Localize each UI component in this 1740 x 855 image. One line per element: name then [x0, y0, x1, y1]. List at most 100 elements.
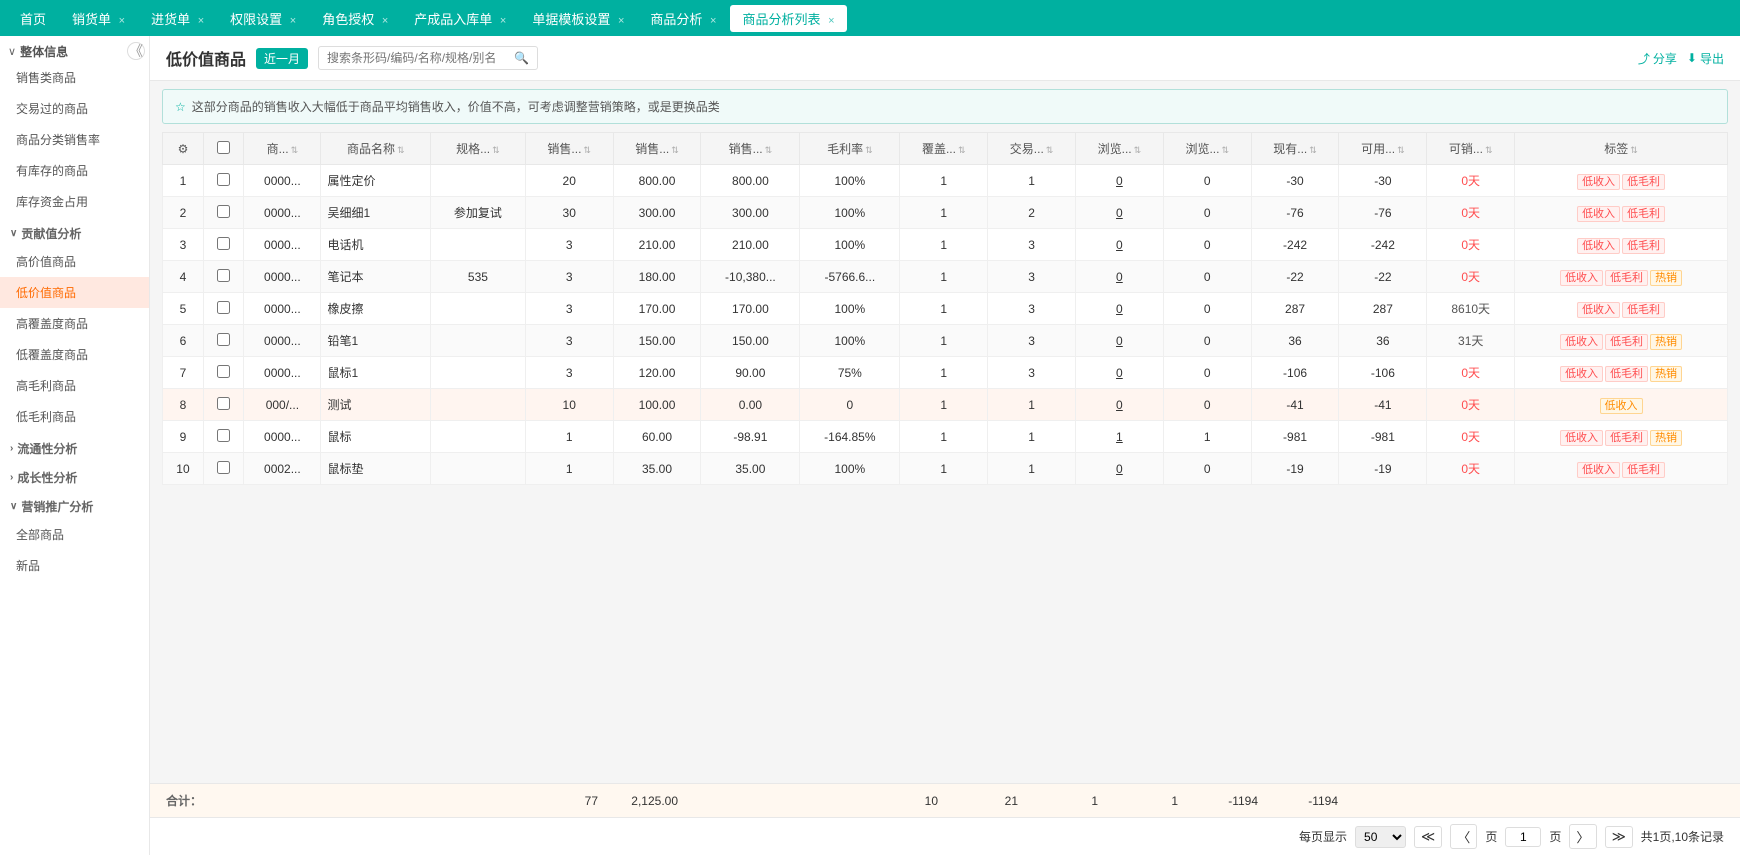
share-button[interactable]: ⤴ 分享: [1638, 50, 1677, 67]
page-size-select[interactable]: 50 100: [1355, 826, 1406, 848]
first-page-button[interactable]: ≪: [1414, 826, 1442, 848]
nav-goods-analysis[interactable]: 商品分析 ×: [638, 5, 728, 32]
row-select-checkbox[interactable]: [217, 397, 230, 410]
row-checkbox[interactable]: [203, 229, 243, 261]
sidebar-item-traded-goods[interactable]: 交易过的商品: [0, 93, 149, 124]
col-margin[interactable]: 毛利率⇅: [800, 133, 900, 165]
row-browse1[interactable]: 0: [1075, 165, 1163, 197]
close-permissions-icon[interactable]: ×: [290, 15, 296, 27]
row-browse1[interactable]: 0: [1075, 453, 1163, 485]
row-browse1[interactable]: 0: [1075, 389, 1163, 421]
row-checkbox[interactable]: [203, 421, 243, 453]
col-trade[interactable]: 交易...⇅: [988, 133, 1076, 165]
col-tags[interactable]: 标签⇅: [1515, 133, 1728, 165]
sidebar-item-all-goods[interactable]: 全部商品: [0, 519, 149, 550]
sidebar-group-flow[interactable]: › 流通性分析: [0, 432, 149, 461]
row-checkbox[interactable]: [203, 389, 243, 421]
row-select-checkbox[interactable]: [217, 237, 230, 250]
select-all-checkbox[interactable]: [217, 141, 230, 154]
col-code[interactable]: 商...⇅: [244, 133, 321, 165]
row-checkbox[interactable]: [203, 261, 243, 293]
col-browse2[interactable]: 浏览...⇅: [1163, 133, 1251, 165]
sidebar-item-stock-capital[interactable]: 库存资金占用: [0, 186, 149, 217]
nav-templates[interactable]: 单据模板设置 ×: [520, 5, 636, 32]
browse-link[interactable]: 0: [1116, 270, 1123, 284]
row-checkbox[interactable]: [203, 165, 243, 197]
last-page-button[interactable]: ≫: [1605, 826, 1633, 848]
row-browse1[interactable]: 0: [1075, 261, 1163, 293]
nav-permissions[interactable]: 权限设置 ×: [218, 5, 308, 32]
collapse-button[interactable]: 《: [127, 42, 145, 60]
nav-sales[interactable]: 销货单 ×: [60, 5, 137, 32]
browse-link[interactable]: 0: [1116, 462, 1123, 476]
row-checkbox[interactable]: [203, 293, 243, 325]
nav-products[interactable]: 产成品入库单 ×: [402, 5, 518, 32]
row-browse1[interactable]: 0: [1075, 357, 1163, 389]
close-goods-analysis-icon[interactable]: ×: [710, 15, 716, 27]
close-roles-icon[interactable]: ×: [382, 15, 388, 27]
sidebar-item-category-rate[interactable]: 商品分类销售率: [0, 124, 149, 155]
browse-link[interactable]: 0: [1116, 174, 1123, 188]
sidebar-group-growth[interactable]: › 成长性分析: [0, 461, 149, 490]
page-number-input[interactable]: [1505, 827, 1541, 847]
col-stock2[interactable]: 可用...⇅: [1339, 133, 1427, 165]
nav-roles[interactable]: 角色授权 ×: [310, 5, 400, 32]
browse-link[interactable]: 0: [1116, 302, 1123, 316]
browse-link[interactable]: 1: [1116, 430, 1123, 444]
row-checkbox[interactable]: [203, 453, 243, 485]
sidebar-item-stock-goods[interactable]: 有库存的商品: [0, 155, 149, 186]
row-browse1[interactable]: 1: [1075, 421, 1163, 453]
col-stock1[interactable]: 现有...⇅: [1251, 133, 1339, 165]
sidebar-item-new-goods[interactable]: 新品: [0, 550, 149, 581]
nav-purchase[interactable]: 进货单 ×: [139, 5, 216, 32]
row-select-checkbox[interactable]: [217, 461, 230, 474]
col-name[interactable]: 商品名称⇅: [321, 133, 431, 165]
sidebar-item-low-coverage[interactable]: 低覆盖度商品: [0, 339, 149, 370]
col-settings[interactable]: ⚙: [163, 133, 204, 165]
sidebar-item-high-coverage[interactable]: 高覆盖度商品: [0, 308, 149, 339]
col-checkbox[interactable]: [203, 133, 243, 165]
col-s3[interactable]: 销售...⇅: [701, 133, 800, 165]
col-s1[interactable]: 销售...⇅: [525, 133, 613, 165]
period-badge[interactable]: 近一月: [256, 48, 308, 69]
col-spec[interactable]: 规格...⇅: [431, 133, 526, 165]
row-checkbox[interactable]: [203, 357, 243, 389]
prev-page-button[interactable]: 〈: [1450, 824, 1477, 849]
sidebar-item-low-margin[interactable]: 低毛利商品: [0, 401, 149, 432]
browse-link[interactable]: 0: [1116, 238, 1123, 252]
row-browse1[interactable]: 0: [1075, 325, 1163, 357]
row-select-checkbox[interactable]: [217, 205, 230, 218]
sidebar-item-high-value[interactable]: 高价值商品: [0, 246, 149, 277]
search-box[interactable]: 🔍: [318, 46, 538, 70]
sidebar-item-low-value[interactable]: 低价值商品: [0, 277, 149, 308]
close-templates-icon[interactable]: ×: [618, 15, 624, 27]
nav-home[interactable]: 首页: [8, 5, 58, 32]
row-select-checkbox[interactable]: [217, 365, 230, 378]
browse-link[interactable]: 0: [1116, 366, 1123, 380]
row-checkbox[interactable]: [203, 325, 243, 357]
row-browse1[interactable]: 0: [1075, 197, 1163, 229]
sidebar-item-high-margin[interactable]: 高毛利商品: [0, 370, 149, 401]
col-s2[interactable]: 销售...⇅: [613, 133, 701, 165]
browse-link[interactable]: 0: [1116, 398, 1123, 412]
row-browse1[interactable]: 0: [1075, 293, 1163, 325]
row-select-checkbox[interactable]: [217, 301, 230, 314]
browse-link[interactable]: 0: [1116, 206, 1123, 220]
row-select-checkbox[interactable]: [217, 173, 230, 186]
next-page-button[interactable]: 〉: [1569, 824, 1596, 849]
row-browse1[interactable]: 0: [1075, 229, 1163, 261]
col-cover[interactable]: 覆盖...⇅: [900, 133, 988, 165]
row-checkbox[interactable]: [203, 197, 243, 229]
sidebar-item-sales-goods[interactable]: 销售类商品: [0, 62, 149, 93]
close-purchase-icon[interactable]: ×: [198, 15, 204, 27]
row-select-checkbox[interactable]: [217, 429, 230, 442]
close-sales-icon[interactable]: ×: [119, 15, 125, 27]
search-icon[interactable]: 🔍: [514, 51, 529, 65]
close-goods-list-icon[interactable]: ×: [828, 15, 834, 27]
export-button[interactable]: ⬇ 导出: [1687, 50, 1724, 67]
nav-goods-list[interactable]: 商品分析列表 ×: [730, 5, 846, 32]
search-input[interactable]: [327, 51, 510, 65]
col-stock3[interactable]: 可销...⇅: [1427, 133, 1515, 165]
close-products-icon[interactable]: ×: [500, 15, 506, 27]
browse-link[interactable]: 0: [1116, 334, 1123, 348]
